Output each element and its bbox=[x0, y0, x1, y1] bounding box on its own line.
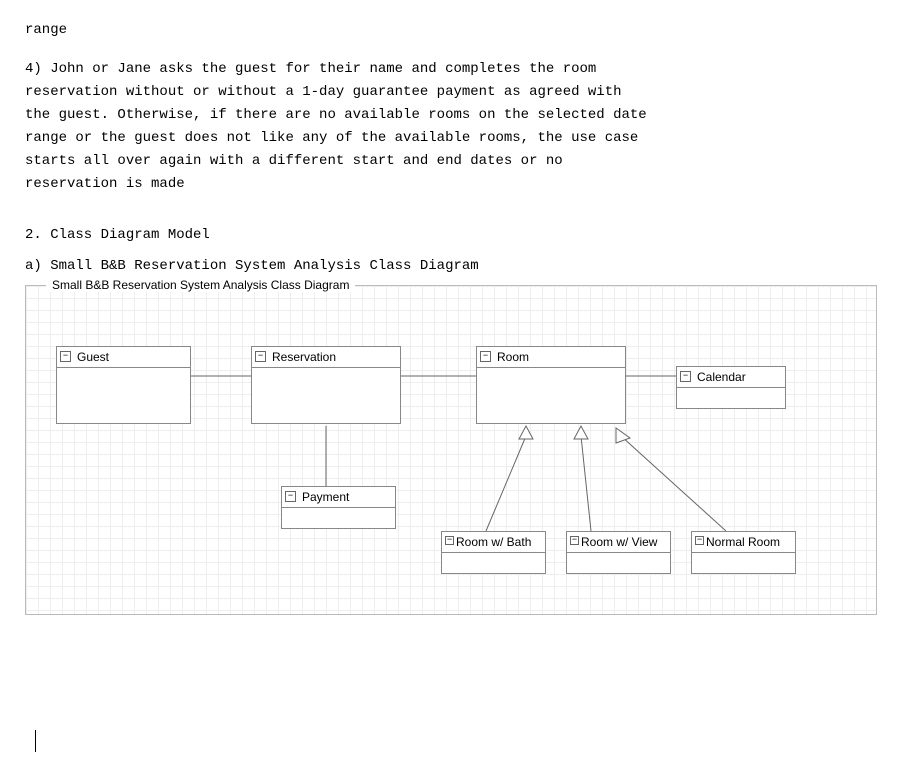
collapse-icon[interactable] bbox=[695, 536, 704, 545]
section-2a-title: a) Small B&B Reservation System Analysis… bbox=[25, 256, 877, 277]
class-room-bath-label: Room w/ Bath bbox=[456, 535, 531, 549]
class-diagram: Small B&B Reservation System Analysis Cl… bbox=[25, 285, 877, 615]
class-room-label: Room bbox=[497, 350, 529, 364]
class-reservation: Reservation bbox=[251, 346, 401, 424]
collapse-icon[interactable] bbox=[285, 491, 296, 502]
class-guest-label: Guest bbox=[77, 350, 109, 364]
class-room-view-label: Room w/ View bbox=[581, 535, 657, 549]
paragraph-line-3: the guest. Otherwise, if there are no av… bbox=[25, 105, 877, 126]
section-2-title: 2. Class Diagram Model bbox=[25, 225, 877, 246]
class-payment: Payment bbox=[281, 486, 396, 529]
class-room: Room bbox=[476, 346, 626, 424]
collapse-icon[interactable] bbox=[445, 536, 454, 545]
diagram-title: Small B&B Reservation System Analysis Cl… bbox=[46, 278, 355, 292]
collapse-icon[interactable] bbox=[255, 351, 266, 362]
paragraph-line-6: reservation is made bbox=[25, 174, 877, 195]
paragraph-line-2: reservation without or without a 1-day g… bbox=[25, 82, 877, 103]
paragraph-line-5: starts all over again with a different s… bbox=[25, 151, 877, 172]
class-reservation-label: Reservation bbox=[272, 350, 336, 364]
class-normal-room: Normal Room bbox=[691, 531, 796, 574]
collapse-icon[interactable] bbox=[60, 351, 71, 362]
paragraph-line-1: 4) John or Jane asks the guest for their… bbox=[25, 59, 877, 80]
class-guest: Guest bbox=[56, 346, 191, 424]
class-payment-label: Payment bbox=[302, 490, 349, 504]
class-calendar-label: Calendar bbox=[697, 370, 746, 384]
collapse-icon[interactable] bbox=[570, 536, 579, 545]
paragraph-line-4: range or the guest does not like any of … bbox=[25, 128, 877, 149]
text-range: range bbox=[25, 20, 877, 41]
text-cursor bbox=[35, 730, 36, 752]
class-normal-room-label: Normal Room bbox=[706, 535, 780, 549]
class-calendar: Calendar bbox=[676, 366, 786, 409]
collapse-icon[interactable] bbox=[480, 351, 491, 362]
collapse-icon[interactable] bbox=[680, 371, 691, 382]
class-room-view: Room w/ View bbox=[566, 531, 671, 574]
class-room-bath: Room w/ Bath bbox=[441, 531, 546, 574]
